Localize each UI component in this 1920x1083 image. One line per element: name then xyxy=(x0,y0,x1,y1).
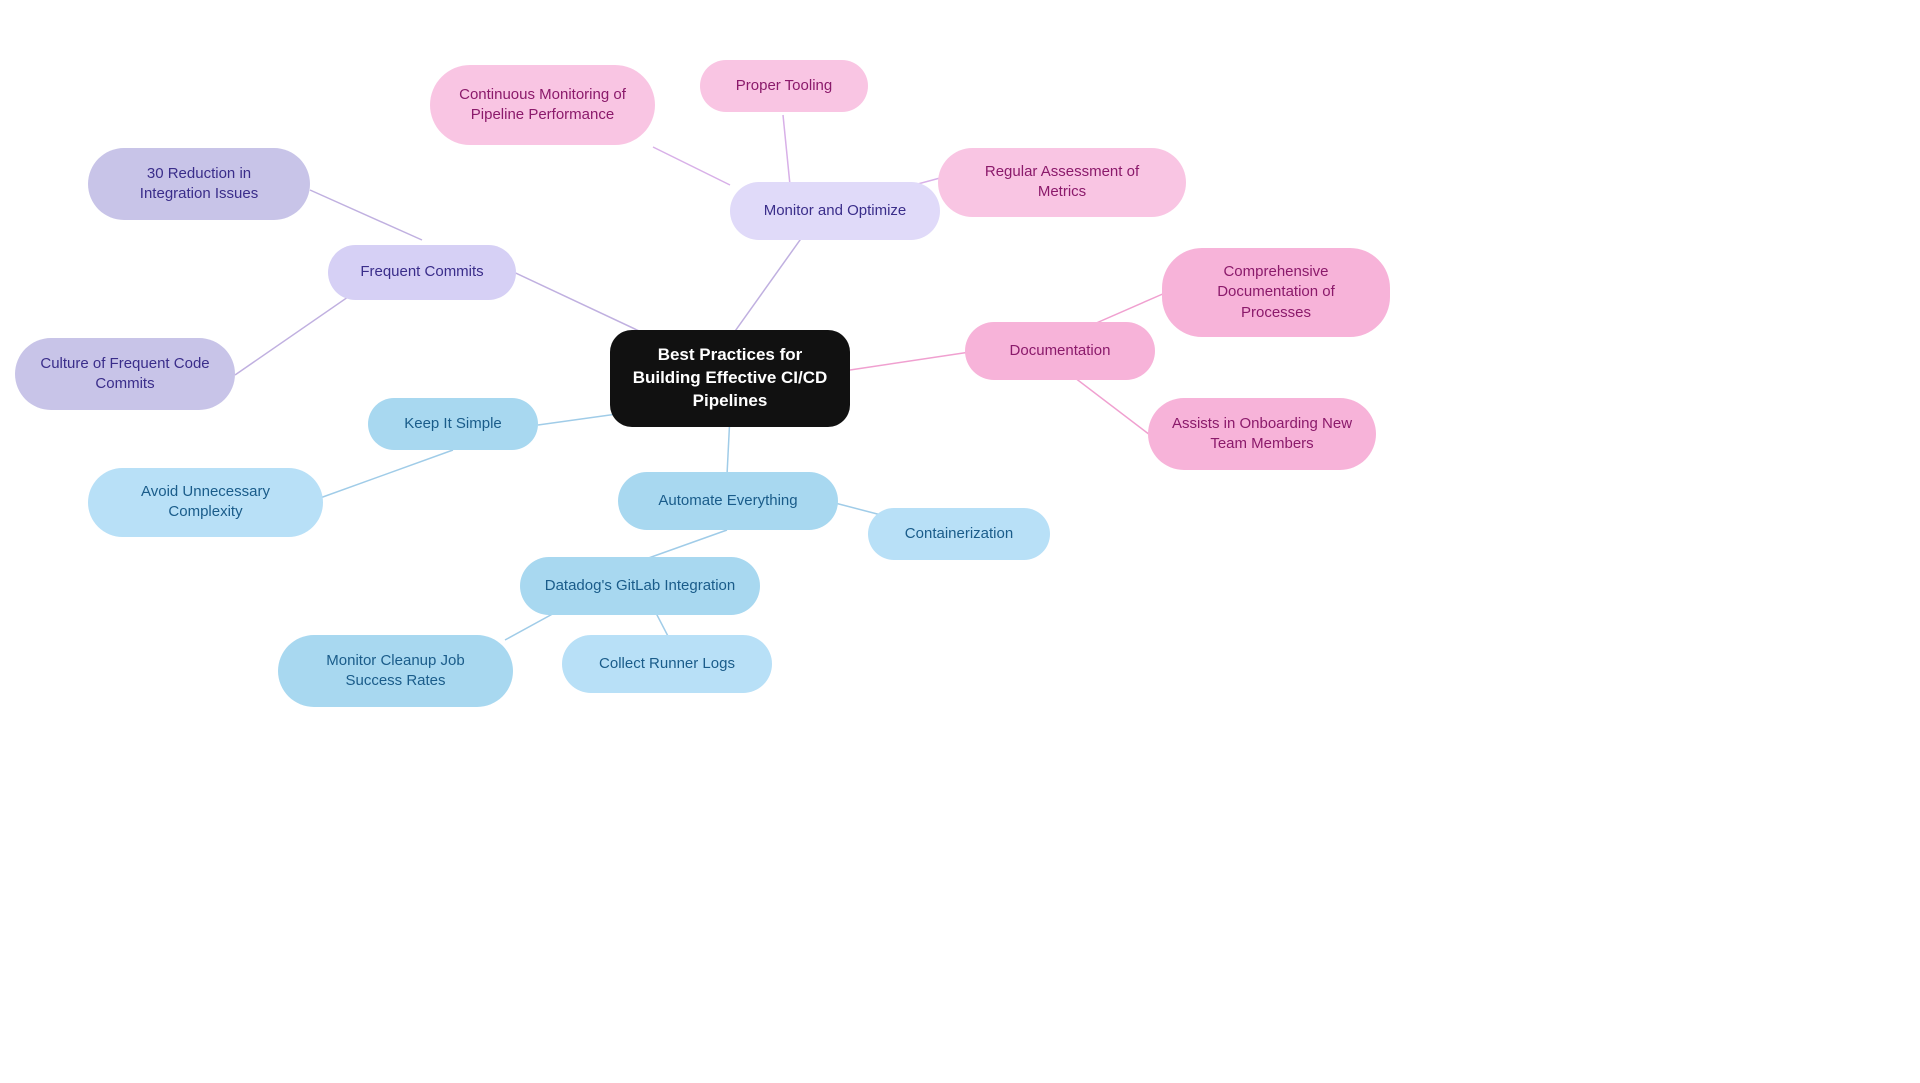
monitor-optimize-node: Monitor and Optimize xyxy=(730,182,940,240)
regular-assessment-node: Regular Assessment of Metrics xyxy=(938,148,1186,217)
containerization-label: Containerization xyxy=(905,524,1013,544)
continuous-monitoring-node: Continuous Monitoring of Pipeline Perfor… xyxy=(430,65,655,145)
center-label: Best Practices for Building Effective CI… xyxy=(632,344,828,413)
automate-everything-label: Automate Everything xyxy=(658,491,797,511)
culture-commits-node: Culture of Frequent Code Commits xyxy=(15,338,235,410)
comprehensive-docs-node: Comprehensive Documentation of Processes xyxy=(1162,248,1390,337)
datadog-gitlab-label: Datadog's GitLab Integration xyxy=(545,576,736,596)
proper-tooling-node: Proper Tooling xyxy=(700,60,868,112)
proper-tooling-label: Proper Tooling xyxy=(736,76,832,96)
documentation-label: Documentation xyxy=(1010,341,1111,361)
avoid-complexity-node: Avoid Unnecessary Complexity xyxy=(88,468,323,537)
keep-simple-label: Keep It Simple xyxy=(404,414,502,434)
keep-simple-node: Keep It Simple xyxy=(368,398,538,450)
onboarding-label: Assists in Onboarding New Team Members xyxy=(1170,414,1354,455)
culture-commits-label: Culture of Frequent Code Commits xyxy=(37,354,213,395)
onboarding-node: Assists in Onboarding New Team Members xyxy=(1148,398,1376,470)
monitor-cleanup-node: Monitor Cleanup Job Success Rates xyxy=(278,635,513,707)
collect-logs-label: Collect Runner Logs xyxy=(599,654,735,674)
continuous-monitoring-label: Continuous Monitoring of Pipeline Perfor… xyxy=(452,85,633,126)
reduction-issues-node: 30 Reduction in Integration Issues xyxy=(88,148,310,220)
monitor-optimize-label: Monitor and Optimize xyxy=(764,201,907,221)
containerization-node: Containerization xyxy=(868,508,1050,560)
avoid-complexity-label: Avoid Unnecessary Complexity xyxy=(110,482,301,523)
regular-assessment-label: Regular Assessment of Metrics xyxy=(960,162,1164,203)
datadog-gitlab-node: Datadog's GitLab Integration xyxy=(520,557,760,615)
documentation-node: Documentation xyxy=(965,322,1155,380)
frequent-commits-node: Frequent Commits xyxy=(328,245,516,300)
reduction-issues-label: 30 Reduction in Integration Issues xyxy=(110,164,288,205)
frequent-commits-label: Frequent Commits xyxy=(360,262,483,282)
comprehensive-docs-label: Comprehensive Documentation of Processes xyxy=(1184,262,1368,323)
center-node: Best Practices for Building Effective CI… xyxy=(610,330,850,427)
automate-everything-node: Automate Everything xyxy=(618,472,838,530)
collect-logs-node: Collect Runner Logs xyxy=(562,635,772,693)
monitor-cleanup-label: Monitor Cleanup Job Success Rates xyxy=(300,651,491,692)
